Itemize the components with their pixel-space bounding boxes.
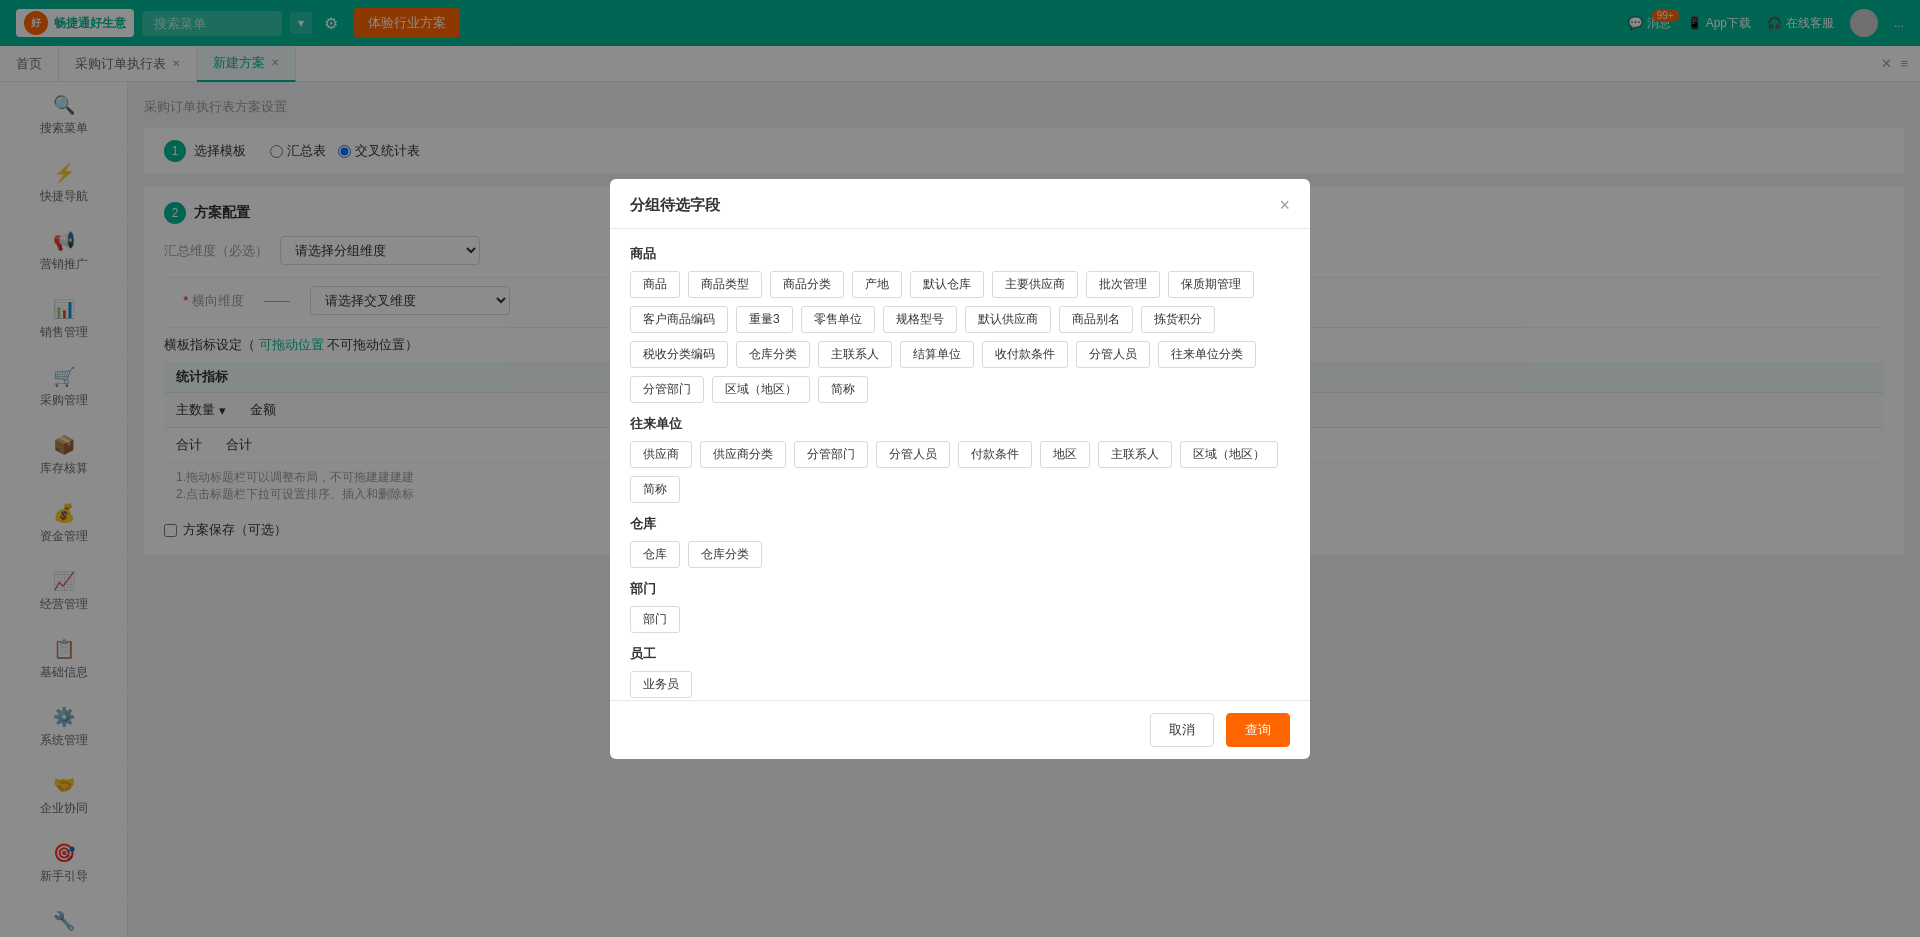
- field-tag-warehouse-category[interactable]: 仓库分类: [736, 341, 810, 368]
- field-tag-partner-dept[interactable]: 分管部门: [794, 441, 868, 468]
- group-tags-warehouse: 仓库 仓库分类: [630, 541, 1290, 568]
- field-tag-main-supplier[interactable]: 主要供应商: [992, 271, 1078, 298]
- field-tag-dept[interactable]: 分管部门: [630, 376, 704, 403]
- group-tags-goods: 商品 商品类型 商品分类 产地 默认仓库 主要供应商 批次管理 保质期管理 客户…: [630, 271, 1290, 403]
- group-title-partner: 往来单位: [630, 415, 1290, 433]
- modal-body: 商品 商品 商品类型 商品分类 产地 默认仓库 主要供应商 批次管理 保质期管理…: [610, 229, 1310, 700]
- confirm-button[interactable]: 查询: [1226, 713, 1290, 747]
- field-tag-expiry-mgmt[interactable]: 保质期管理: [1168, 271, 1254, 298]
- field-tag-customer-code[interactable]: 客户商品编码: [630, 306, 728, 333]
- field-tag-main-contact2[interactable]: 主联系人: [1098, 441, 1172, 468]
- field-tag-weight3[interactable]: 重量3: [736, 306, 793, 333]
- field-tag-abbr[interactable]: 简称: [818, 376, 868, 403]
- field-tag-settlement-unit[interactable]: 结算单位: [900, 341, 974, 368]
- cancel-button[interactable]: 取消: [1150, 713, 1214, 747]
- field-tag-spec-model[interactable]: 规格型号: [883, 306, 957, 333]
- field-tag-main-contact[interactable]: 主联系人: [818, 341, 892, 368]
- field-tag-region2[interactable]: 区域（地区）: [1180, 441, 1278, 468]
- group-tags-dept: 部门: [630, 606, 1290, 633]
- field-tag-goods[interactable]: 商品: [630, 271, 680, 298]
- modal-dialog: 分组待选字段 × 商品 商品 商品类型 商品分类 产地 默认仓库 主要供应商 批…: [610, 179, 1310, 759]
- field-tag-goods-alias[interactable]: 商品别名: [1059, 306, 1133, 333]
- modal-title: 分组待选字段: [630, 196, 720, 215]
- field-tag-supplier-cat[interactable]: 供应商分类: [700, 441, 786, 468]
- field-tag-partner-person[interactable]: 分管人员: [876, 441, 950, 468]
- field-tag-goods-type[interactable]: 商品类型: [688, 271, 762, 298]
- field-tag-warehouse[interactable]: 仓库: [630, 541, 680, 568]
- field-tag-batch-mgmt[interactable]: 批次管理: [1086, 271, 1160, 298]
- modal-header: 分组待选字段 ×: [610, 179, 1310, 229]
- field-tag-region[interactable]: 区域（地区）: [712, 376, 810, 403]
- field-tag-payment-terms[interactable]: 收付款条件: [982, 341, 1068, 368]
- group-title-goods: 商品: [630, 245, 1290, 263]
- group-tags-partner: 供应商 供应商分类 分管部门 分管人员 付款条件 地区 主联系人 区域（地区） …: [630, 441, 1290, 503]
- field-tag-department[interactable]: 部门: [630, 606, 680, 633]
- field-tag-area[interactable]: 地区: [1040, 441, 1090, 468]
- field-tag-payment-cond[interactable]: 付款条件: [958, 441, 1032, 468]
- field-tag-pick-score[interactable]: 拣货积分: [1141, 306, 1215, 333]
- field-tag-retail-unit[interactable]: 零售单位: [801, 306, 875, 333]
- field-tag-tax-code[interactable]: 税收分类编码: [630, 341, 728, 368]
- field-tag-abbr2[interactable]: 简称: [630, 476, 680, 503]
- group-title-warehouse: 仓库: [630, 515, 1290, 533]
- field-tag-goods-category[interactable]: 商品分类: [770, 271, 844, 298]
- field-tag-partner-category[interactable]: 往来单位分类: [1158, 341, 1256, 368]
- group-title-staff: 员工: [630, 645, 1290, 663]
- field-tag-sales-person[interactable]: 业务员: [630, 671, 692, 698]
- field-tag-warehouse-cat[interactable]: 仓库分类: [688, 541, 762, 568]
- field-tag-default-warehouse[interactable]: 默认仓库: [910, 271, 984, 298]
- group-tags-staff: 业务员: [630, 671, 1290, 698]
- modal-close-button[interactable]: ×: [1279, 195, 1290, 216]
- modal-footer: 取消 查询: [610, 700, 1310, 759]
- field-tag-default-supplier[interactable]: 默认供应商: [965, 306, 1051, 333]
- field-tag-supplier[interactable]: 供应商: [630, 441, 692, 468]
- field-tag-origin[interactable]: 产地: [852, 271, 902, 298]
- group-title-dept: 部门: [630, 580, 1290, 598]
- field-tag-manager[interactable]: 分管人员: [1076, 341, 1150, 368]
